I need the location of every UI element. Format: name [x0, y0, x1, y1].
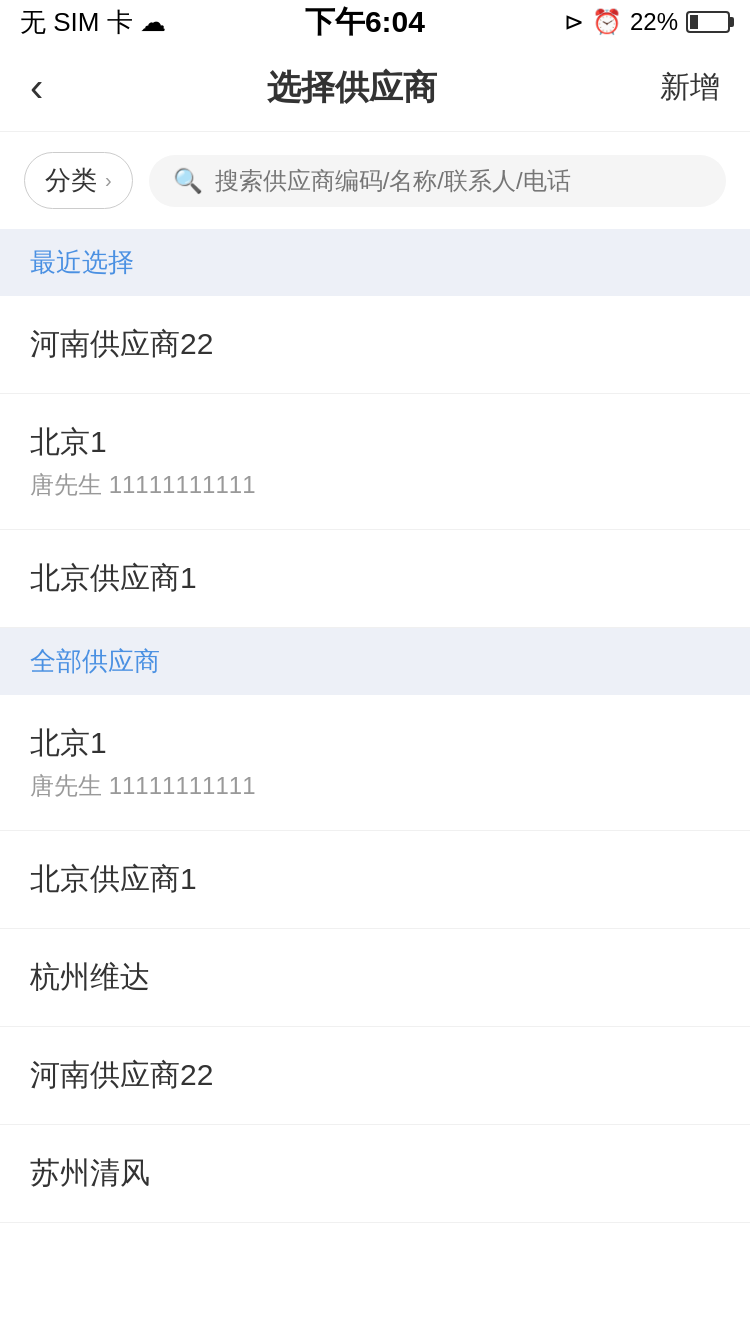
- list-item[interactable]: 北京供应商1: [0, 530, 750, 628]
- item-detail: 唐先生 11111111111: [30, 770, 720, 802]
- status-time: 下午6:04: [305, 2, 425, 43]
- item-name: 杭州维达: [30, 957, 720, 998]
- list-item[interactable]: 河南供应商22: [0, 1027, 750, 1125]
- item-name: 北京供应商1: [30, 558, 720, 599]
- search-input[interactable]: [215, 167, 702, 195]
- chevron-right-icon: ›: [105, 169, 112, 192]
- status-left: 无 SIM 卡 ☁: [20, 5, 166, 40]
- sim-status: 无 SIM 卡 ☁: [20, 5, 166, 40]
- search-box: 🔍: [149, 155, 726, 207]
- category-button[interactable]: 分类 ›: [24, 152, 133, 209]
- item-name: 北京供应商1: [30, 859, 720, 900]
- battery-icon: [686, 11, 730, 33]
- list-item[interactable]: 北京1 唐先生 11111111111: [0, 394, 750, 530]
- nav-bar: ‹ 选择供应商 新增: [0, 44, 750, 132]
- all-list: 北京1 唐先生 11111111111 北京供应商1 杭州维达河南供应商22 苏州清…: [0, 695, 750, 1223]
- item-name: 河南供应商22: [30, 1055, 720, 1096]
- recent-section-header: 最近选择: [0, 229, 750, 296]
- status-right: ⊳ ⏰ 22%: [564, 8, 730, 36]
- item-name: 河南供应商22: [30, 324, 720, 365]
- list-item[interactable]: 北京供应商1: [0, 831, 750, 929]
- battery-percent: 22%: [630, 8, 678, 36]
- add-button[interactable]: 新增: [660, 67, 720, 108]
- back-button[interactable]: ‹: [30, 65, 43, 110]
- status-bar: 无 SIM 卡 ☁ 下午6:04 ⊳ ⏰ 22%: [0, 0, 750, 44]
- all-section-header: 全部供应商: [0, 628, 750, 695]
- search-icon: 🔍: [173, 167, 203, 195]
- item-name: 北京1: [30, 723, 720, 764]
- item-name: 苏州清风: [30, 1153, 720, 1194]
- location-icon: ⊳: [564, 8, 584, 36]
- recent-list: 河南供应商22 北京1 唐先生 11111111111 北京供应商1: [0, 296, 750, 628]
- list-item[interactable]: 苏州清风: [0, 1125, 750, 1223]
- list-item[interactable]: 杭州维达: [0, 929, 750, 1027]
- item-name: 北京1: [30, 422, 720, 463]
- item-detail: 唐先生 11111111111: [30, 469, 720, 501]
- list-item[interactable]: 北京1 唐先生 11111111111: [0, 695, 750, 831]
- list-item[interactable]: 河南供应商22: [0, 296, 750, 394]
- alarm-icon: ⏰: [592, 8, 622, 36]
- filter-bar: 分类 › 🔍: [0, 132, 750, 229]
- page-title: 选择供应商: [267, 65, 437, 111]
- category-label: 分类: [45, 163, 97, 198]
